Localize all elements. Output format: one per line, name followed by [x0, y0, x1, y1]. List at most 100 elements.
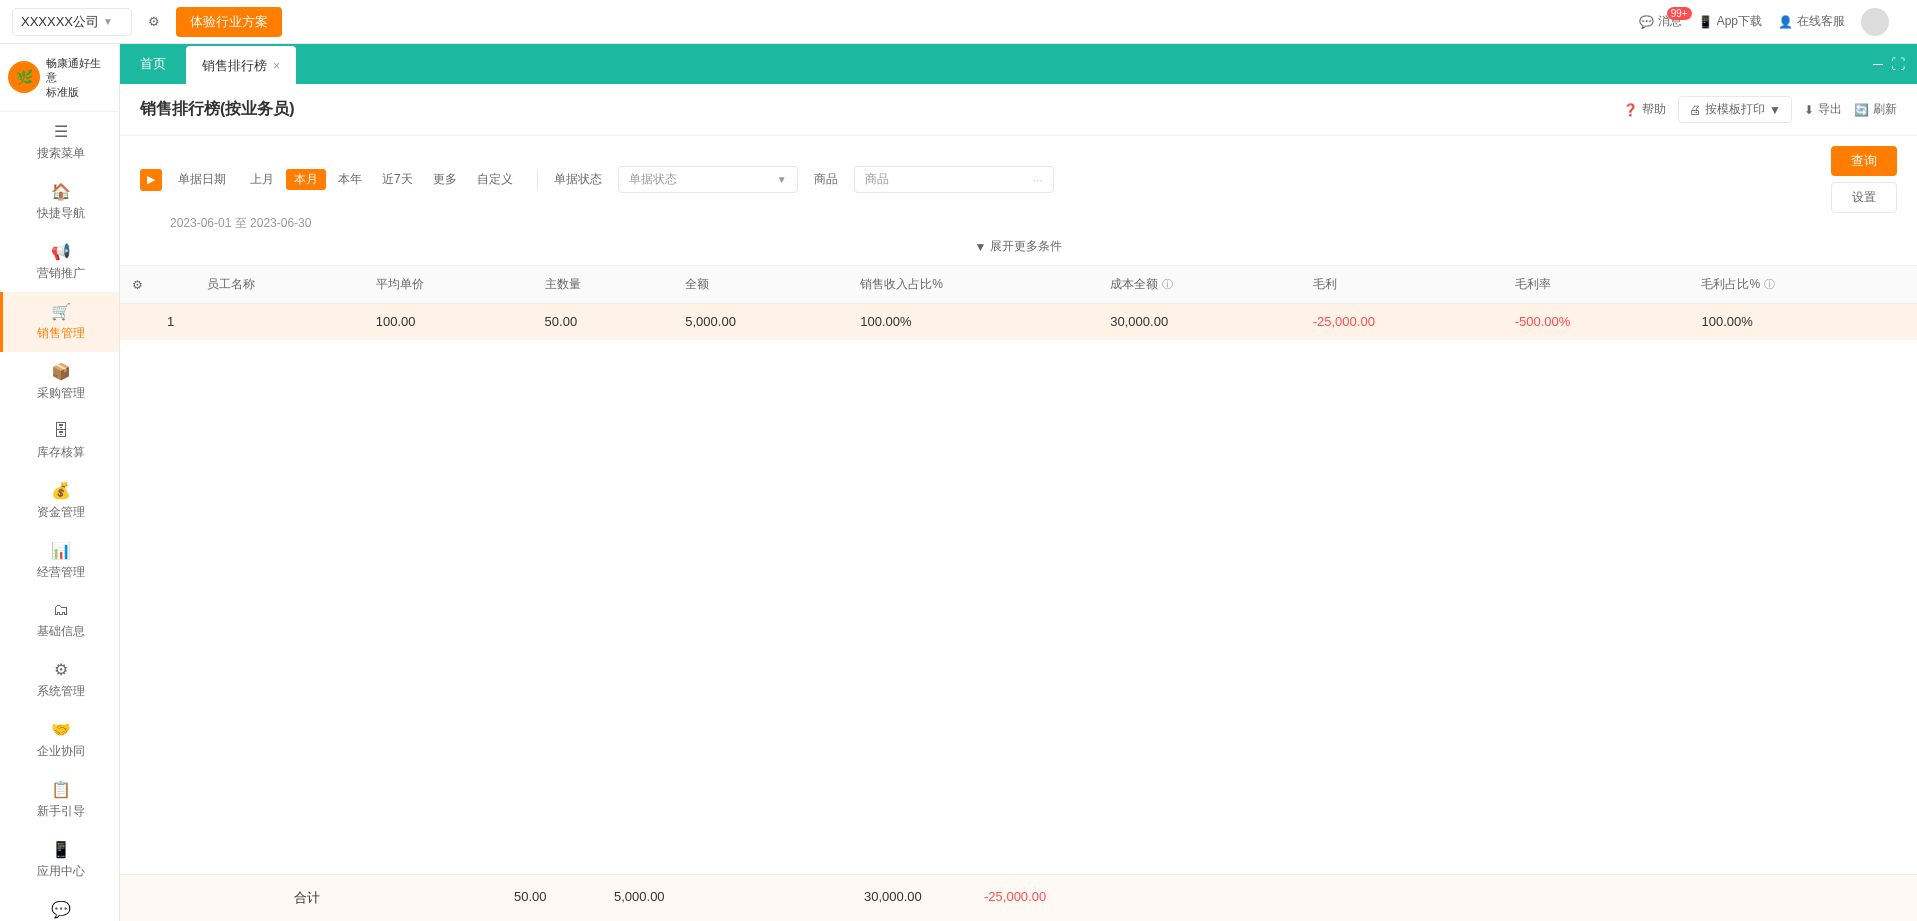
- sidebar-item-label: 营销推广: [37, 265, 85, 282]
- sidebar-item-label: 系统管理: [37, 683, 85, 700]
- date-filter-label: 单据日期: [178, 171, 226, 188]
- cell-gross-rate: -500.00%: [1503, 304, 1690, 340]
- date-tab-last-7days[interactable]: 近7天: [374, 169, 421, 190]
- sidebar-item-basic-info[interactable]: 🗂 基础信息: [0, 591, 119, 650]
- sidebar-item-quick-nav[interactable]: 🏠 快捷导航: [0, 172, 119, 232]
- col-amount: 全额: [673, 266, 848, 304]
- date-tab-last-month[interactable]: 上月: [242, 169, 282, 190]
- tab-actions: ─ ⛶: [1873, 56, 1917, 72]
- sidebar-item-onboarding[interactable]: 📋 新手引导: [0, 770, 119, 830]
- company-selector[interactable]: XXXXXX公司 ▼: [12, 8, 132, 36]
- date-tab-current-year[interactable]: 本年: [330, 169, 370, 190]
- table-header-row: ⚙ 员工名称 平均单价 主数量 全额 销售收入占比% 成本全额 ⓘ 毛利 毛利率…: [120, 266, 1917, 304]
- cell-sales-pct: 100.00%: [848, 304, 1098, 340]
- col-gross-rate: 毛利率: [1503, 266, 1690, 304]
- filter-settings-button[interactable]: 设置: [1831, 182, 1897, 213]
- filter-toggle-icon[interactable]: ▶: [140, 169, 162, 191]
- sidebar-item-system[interactable]: ⚙ 系统管理: [0, 650, 119, 710]
- expand-filters-button[interactable]: ▼ 展开更多条件: [975, 238, 1063, 255]
- footer-amount: 5,000.00: [602, 885, 722, 911]
- app-download-button[interactable]: 📱 App下载: [1698, 13, 1762, 30]
- query-button[interactable]: 查询: [1831, 146, 1897, 176]
- finance-icon: 💰: [51, 481, 71, 500]
- sidebar-item-label: 销售管理: [37, 325, 85, 342]
- operations-icon: 📊: [51, 541, 71, 560]
- tab-fullscreen-icon[interactable]: ⛶: [1891, 56, 1905, 72]
- filter-row-main: ▶ 单据日期 上月 本月 本年 近7天 更多 自定义 单据状态: [140, 146, 1897, 213]
- cost-info-icon[interactable]: ⓘ: [1162, 278, 1173, 290]
- footer-sales-pct: [722, 885, 852, 911]
- onboarding-icon: 📋: [51, 780, 71, 799]
- sidebar-item-purchase[interactable]: 📦 采购管理: [0, 352, 119, 412]
- cell-amount: 5,000.00: [673, 304, 848, 340]
- avatar[interactable]: [1861, 8, 1889, 36]
- date-tab-current-month[interactable]: 本月: [286, 169, 326, 190]
- sidebar-item-marketing[interactable]: 📢 营销推广: [0, 232, 119, 292]
- cell-gross: -25,000.00: [1301, 304, 1503, 340]
- help-button[interactable]: ❓ 帮助: [1623, 101, 1666, 118]
- date-range-display: 2023-06-01 至 2023-06-30: [140, 215, 1897, 232]
- export-icon: ⬇: [1804, 103, 1814, 117]
- cell-avg-price: 100.00: [364, 304, 533, 340]
- refresh-button[interactable]: 🔄 刷新: [1854, 101, 1897, 118]
- sidebar-item-label: 企业协同: [37, 743, 85, 760]
- marketing-icon: 📢: [51, 242, 71, 261]
- page-header: 销售排行榜(按业务员) ❓ 帮助 🖨 按模板打印 ▼ ⬇ 导出: [120, 84, 1917, 136]
- col-gross-pct: 毛利占比% ⓘ: [1689, 266, 1917, 304]
- sidebar-item-label: 新手引导: [37, 803, 85, 820]
- gross-pct-info-icon[interactable]: ⓘ: [1764, 278, 1775, 290]
- inventory-icon: 🗄: [53, 422, 69, 440]
- quick-nav-icon: 🏠: [51, 182, 71, 201]
- col-qty: 主数量: [533, 266, 674, 304]
- tab-close-icon[interactable]: ×: [273, 59, 280, 73]
- sales-icon: 🛒: [51, 302, 71, 321]
- goods-placeholder: 商品: [865, 171, 889, 188]
- footer-cost: 30,000.00: [852, 885, 972, 911]
- online-service-button[interactable]: 👤 在线客服: [1778, 13, 1845, 30]
- logo-text: 畅康通好生意标准版: [46, 56, 111, 99]
- tab-sales-ranking[interactable]: 销售排行榜 ×: [186, 46, 296, 86]
- settings-icon[interactable]: ⚙: [140, 8, 168, 36]
- company-name: XXXXXX公司: [21, 13, 99, 31]
- footer-gross-pct: [1116, 885, 1140, 911]
- sidebar-item-app-center[interactable]: 📱 应用中心: [0, 830, 119, 890]
- message-button[interactable]: 💬 消息 99+: [1639, 13, 1682, 30]
- trial-button[interactable]: 体验行业方案: [176, 7, 282, 37]
- sales-ranking-table: ⚙ 员工名称 平均单价 主数量 全额 销售收入占比% 成本全额 ⓘ 毛利 毛利率…: [120, 266, 1917, 340]
- sidebar-item-finance[interactable]: 💰 资金管理: [0, 471, 119, 531]
- tab-home[interactable]: 首页: [120, 44, 186, 84]
- print-button[interactable]: 🖨 按模板打印 ▼: [1678, 96, 1792, 123]
- sidebar-item-label: 库存核算: [37, 444, 85, 461]
- cell-qty: 50.00: [533, 304, 674, 340]
- export-button[interactable]: ⬇ 导出: [1804, 101, 1842, 118]
- sidebar-item-label: 搜索菜单: [37, 145, 85, 162]
- sidebar-item-enterprise-collab[interactable]: 🤝 企业协同: [0, 710, 119, 770]
- goods-input[interactable]: 商品 ···: [854, 166, 1054, 193]
- date-tabs: 上月 本月 本年 近7天 更多 自定义: [242, 169, 521, 190]
- date-tab-more[interactable]: 更多: [425, 169, 465, 190]
- page-title: 销售排行榜(按业务员): [140, 99, 295, 120]
- col-cost: 成本全额 ⓘ: [1098, 266, 1300, 304]
- basic-info-icon: 🗂: [53, 601, 69, 619]
- sidebar-item-inventory[interactable]: 🗄 库存核算: [0, 412, 119, 471]
- expand-icon: ▼: [975, 240, 987, 254]
- footer-avg-price: [402, 885, 502, 911]
- col-settings[interactable]: ⚙: [120, 266, 155, 304]
- footer-label: [132, 885, 202, 911]
- sidebar-item-label: 采购管理: [37, 385, 85, 402]
- sidebar-item-sales[interactable]: 🛒 销售管理: [0, 292, 119, 352]
- expand-filters-row: ▼ 展开更多条件: [140, 238, 1897, 255]
- service-icon: 👤: [1778, 15, 1793, 29]
- refresh-icon: 🔄: [1854, 103, 1869, 117]
- cell-employee: [195, 304, 364, 340]
- sidebar-item-enterprise-wechat[interactable]: 💬 企业微信: [0, 890, 119, 921]
- sidebar-item-operations[interactable]: 📊 经营管理: [0, 531, 119, 591]
- print-chevron-icon: ▼: [1769, 103, 1781, 117]
- tab-minimize-icon[interactable]: ─: [1873, 56, 1883, 72]
- cell-cost: 30,000.00: [1098, 304, 1300, 340]
- cell-empty: [120, 304, 155, 340]
- status-select[interactable]: 单据状态 ▼: [618, 166, 798, 193]
- col-employee: 员工名称: [195, 266, 364, 304]
- date-tab-custom[interactable]: 自定义: [469, 169, 521, 190]
- sidebar-item-search-order[interactable]: ☰ 搜索菜单: [0, 112, 119, 172]
